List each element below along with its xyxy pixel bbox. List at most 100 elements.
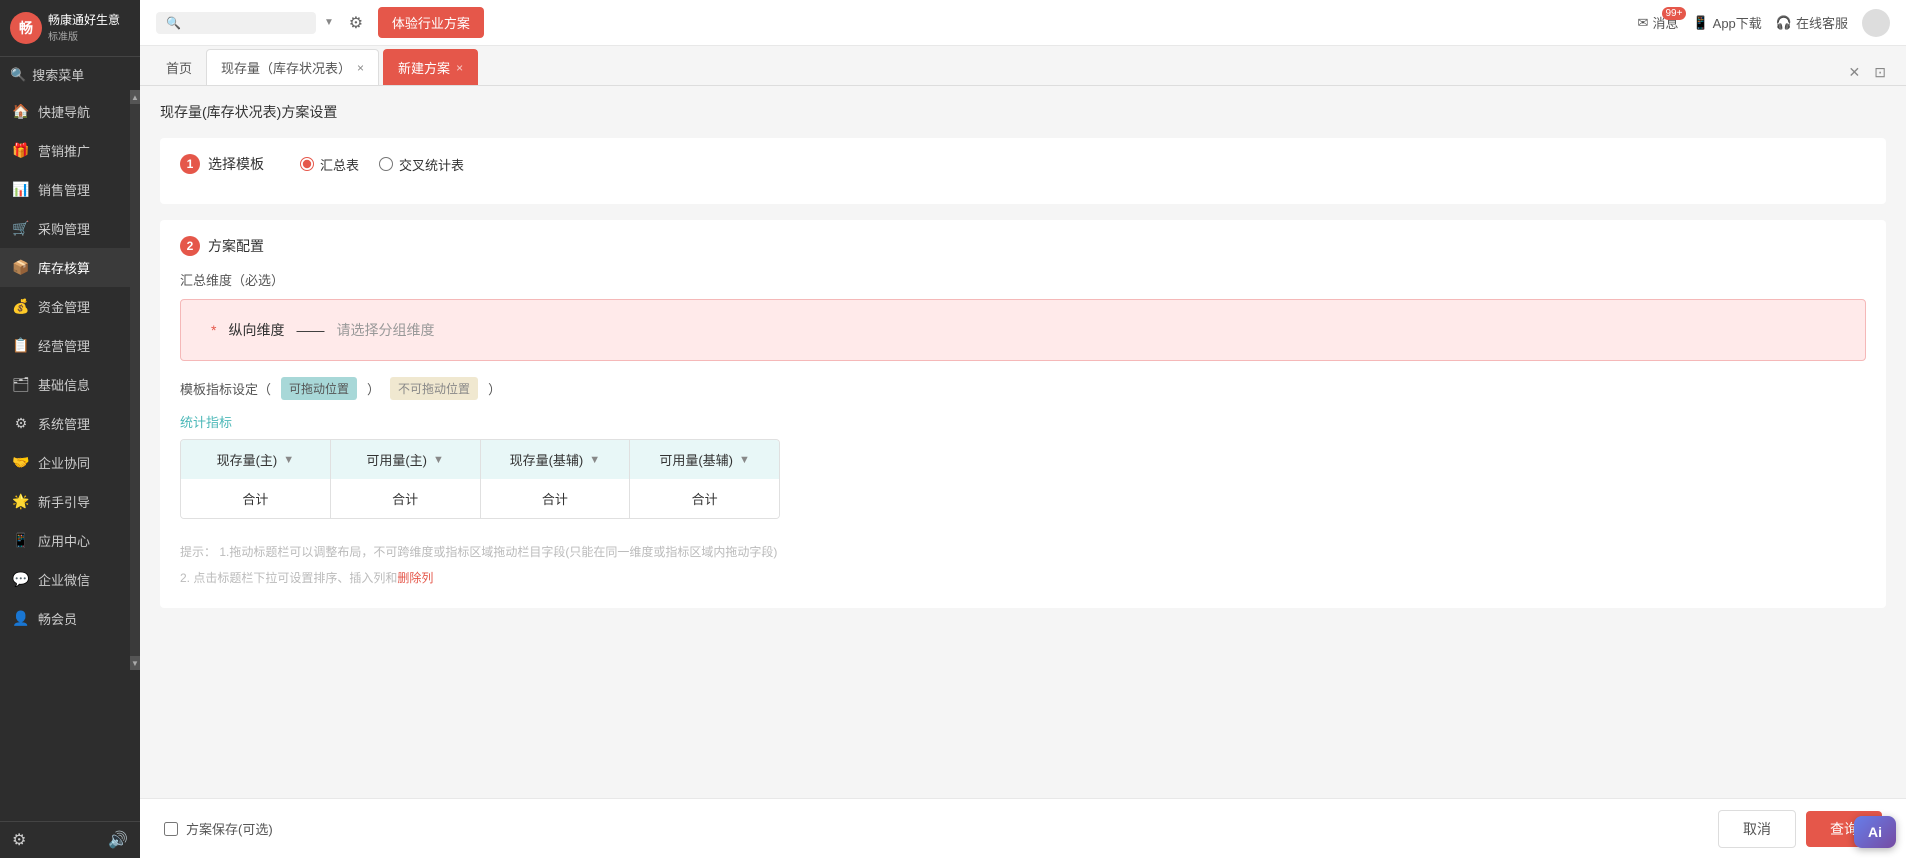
tabbar-right: ✕ ⊡ bbox=[1845, 60, 1890, 85]
tab-new-plan[interactable]: 新建方案 × bbox=[383, 49, 478, 85]
tab-inventory-close[interactable]: × bbox=[357, 61, 364, 75]
online-service-button[interactable]: 🎧 在线客服 bbox=[1776, 13, 1848, 32]
dim-placeholder[interactable]: 请选择分组维度 bbox=[336, 320, 434, 340]
chart-icon: 📊 bbox=[12, 181, 30, 199]
home-icon: 🏠 bbox=[12, 103, 30, 121]
required-label: 汇总维度（必选） bbox=[180, 270, 1866, 289]
sidebar-logo: 畅 畅康通好生意 标准版 bbox=[0, 0, 140, 57]
sidebar-item-label: 资金管理 bbox=[38, 297, 90, 316]
tab-new-plan-close[interactable]: × bbox=[456, 61, 463, 75]
sidebar-item-enterprise[interactable]: 🤝 企业协同 bbox=[0, 443, 140, 482]
template-summary-option[interactable]: 汇总表 bbox=[300, 155, 359, 174]
sidebar-item-wechat[interactable]: 💬 企业微信 bbox=[0, 560, 140, 599]
sidebar-item-label: 经营管理 bbox=[38, 336, 90, 355]
tab-inventory-label: 现存量（库存状况表） bbox=[221, 58, 351, 77]
step1-label: 选择模板 bbox=[208, 154, 264, 174]
step1-number: 1 bbox=[180, 154, 200, 174]
cancel-button[interactable]: 取消 bbox=[1718, 810, 1796, 848]
stats-col-3-header[interactable]: 现存量(基辅) ▼ bbox=[481, 440, 631, 479]
stats-col-1-header[interactable]: 现存量(主) ▼ bbox=[181, 440, 331, 479]
template-cross-option[interactable]: 交叉统计表 bbox=[379, 155, 464, 174]
sidebar-item-member[interactable]: 👤 畅会员 bbox=[0, 599, 140, 638]
stats-col-4-arrow[interactable]: ▼ bbox=[739, 454, 750, 466]
template-cross-radio[interactable] bbox=[379, 157, 393, 171]
money-icon: 💰 bbox=[12, 298, 30, 316]
sidebar-item-label: 系统管理 bbox=[38, 414, 90, 433]
stats-col-3-arrow[interactable]: ▼ bbox=[589, 454, 600, 466]
dim-required-mark: * bbox=[211, 322, 216, 338]
footer-settings-icon[interactable]: ⚙ bbox=[12, 830, 26, 850]
logo-text: 畅康通好生意 标准版 bbox=[48, 13, 120, 44]
stats-title: 统计指标 bbox=[180, 412, 1866, 431]
sidebar-item-quick-nav[interactable]: 🏠 快捷导航 bbox=[0, 92, 140, 131]
sidebar-item-label: 销售管理 bbox=[38, 180, 90, 199]
step2-label: 方案配置 bbox=[208, 236, 264, 256]
phone-icon: 📱 bbox=[1692, 15, 1708, 31]
topbar-gear-button[interactable]: ⚙ bbox=[342, 9, 370, 37]
topbar: 🔍 ▼ ⚙ 体验行业方案 ✉ 消息 99+ 📱 App下载 🎧 在线客服 bbox=[140, 0, 1906, 46]
save-option-label: 方案保存(可选) bbox=[186, 819, 273, 838]
scroll-down-btn[interactable]: ▼ bbox=[130, 656, 140, 670]
sidebar-item-operation[interactable]: 📋 经营管理 bbox=[0, 326, 140, 365]
dim-label: 纵向维度 bbox=[228, 320, 284, 340]
stats-col-2-header[interactable]: 可用量(主) ▼ bbox=[331, 440, 481, 479]
tab-inventory-status[interactable]: 现存量（库存状况表） × bbox=[206, 49, 379, 85]
sidebar-item-inventory[interactable]: 📦 库存核算 bbox=[0, 248, 140, 287]
cart-icon: 🛒 bbox=[12, 220, 30, 238]
tabbar-close-icon[interactable]: ✕ bbox=[1845, 60, 1865, 85]
sidebar-item-label: 基础信息 bbox=[38, 375, 90, 394]
tabbar-expand-icon[interactable]: ⊡ bbox=[1870, 60, 1890, 85]
template-cross-label: 交叉统计表 bbox=[399, 155, 464, 174]
page-title: 现存量(库存状况表)方案设置 bbox=[160, 102, 1886, 122]
clipboard-icon: 📋 bbox=[12, 337, 30, 355]
template-summary-radio[interactable] bbox=[300, 157, 314, 171]
headset-icon: 🎧 bbox=[1776, 15, 1792, 31]
dim-dash: —— bbox=[296, 322, 324, 338]
sidebar-item-newguide[interactable]: 🌟 新手引导 bbox=[0, 482, 140, 521]
stats-col-2-arrow[interactable]: ▼ bbox=[433, 454, 444, 466]
sidebar-item-marketing[interactable]: 🎁 营销推广 bbox=[0, 131, 140, 170]
footer-sound-icon[interactable]: 🔊 bbox=[108, 830, 128, 850]
search-box-icon: 🔍 bbox=[166, 16, 181, 30]
logo-icon: 畅 bbox=[10, 12, 42, 44]
stats-col-1-body: 合计 bbox=[181, 479, 331, 518]
sidebar-item-purchase[interactable]: 🛒 采购管理 bbox=[0, 209, 140, 248]
sidebar-item-label: 采购管理 bbox=[38, 219, 90, 238]
sidebar-item-sales[interactable]: 📊 销售管理 bbox=[0, 170, 140, 209]
handshake-icon: 🤝 bbox=[12, 454, 30, 472]
search-input[interactable] bbox=[187, 16, 287, 30]
sidebar-item-system[interactable]: ⚙ 系统管理 bbox=[0, 404, 140, 443]
online-service-label: 在线客服 bbox=[1796, 13, 1848, 32]
dimension-area: * 纵向维度 —— 请选择分组维度 bbox=[180, 299, 1866, 361]
topbar-dropdown-arrow[interactable]: ▼ bbox=[324, 17, 334, 28]
hint-line-2: 2. 点击标题栏下拉可设置排序、插入列和删除列 bbox=[180, 566, 1866, 590]
step2-header: 2 方案配置 bbox=[180, 236, 1866, 256]
step2-section: 2 方案配置 汇总维度（必选） * 纵向维度 —— 请选择分组维度 模板指标设定… bbox=[160, 220, 1886, 608]
stats-table: 现存量(主) ▼ 可用量(主) ▼ 现存量(基辅) ▼ 可用量(基辅) bbox=[180, 439, 780, 519]
sidebar-search[interactable]: 🔍 搜索菜单 bbox=[0, 57, 140, 92]
sidebar-item-basic[interactable]: 🗂 基础信息 bbox=[0, 365, 140, 404]
save-checkbox[interactable] bbox=[164, 822, 178, 836]
search-box[interactable]: 🔍 bbox=[156, 12, 316, 34]
messages-badge: 99+ bbox=[1662, 7, 1687, 20]
stats-col-4-body: 合计 bbox=[630, 479, 779, 518]
app-download-button[interactable]: 📱 App下载 bbox=[1692, 13, 1761, 32]
stats-col-4-header[interactable]: 可用量(基辅) ▼ bbox=[630, 440, 779, 479]
tab-home[interactable]: 首页 bbox=[156, 50, 202, 85]
folder-icon: 🗂 bbox=[12, 376, 30, 394]
tabbar: 首页 现存量（库存状况表） × 新建方案 × ✕ ⊡ bbox=[140, 46, 1906, 86]
messages-button[interactable]: ✉ 消息 99+ bbox=[1638, 13, 1679, 32]
star-icon: 🌟 bbox=[12, 493, 30, 511]
trial-button[interactable]: 体验行业方案 bbox=[378, 7, 484, 38]
box-icon: 📦 bbox=[12, 259, 30, 277]
ai-float-button[interactable]: Ai bbox=[1854, 816, 1896, 848]
indicator-setting: 模板指标设定（ 可拖动位置 ） 不可拖动位置 ） bbox=[180, 377, 1866, 400]
sidebar-item-label: 快捷导航 bbox=[38, 102, 90, 121]
tab-new-plan-label: 新建方案 bbox=[398, 58, 450, 77]
sidebar-item-appcenter[interactable]: 📱 应用中心 bbox=[0, 521, 140, 560]
stats-col-4-label: 可用量(基辅) bbox=[659, 450, 733, 469]
stats-col-1-arrow[interactable]: ▼ bbox=[283, 454, 294, 466]
sidebar-item-finance[interactable]: 💰 资金管理 bbox=[0, 287, 140, 326]
dimension-row: * 纵向维度 —— 请选择分组维度 bbox=[211, 320, 1835, 340]
user-avatar[interactable] bbox=[1862, 9, 1890, 37]
